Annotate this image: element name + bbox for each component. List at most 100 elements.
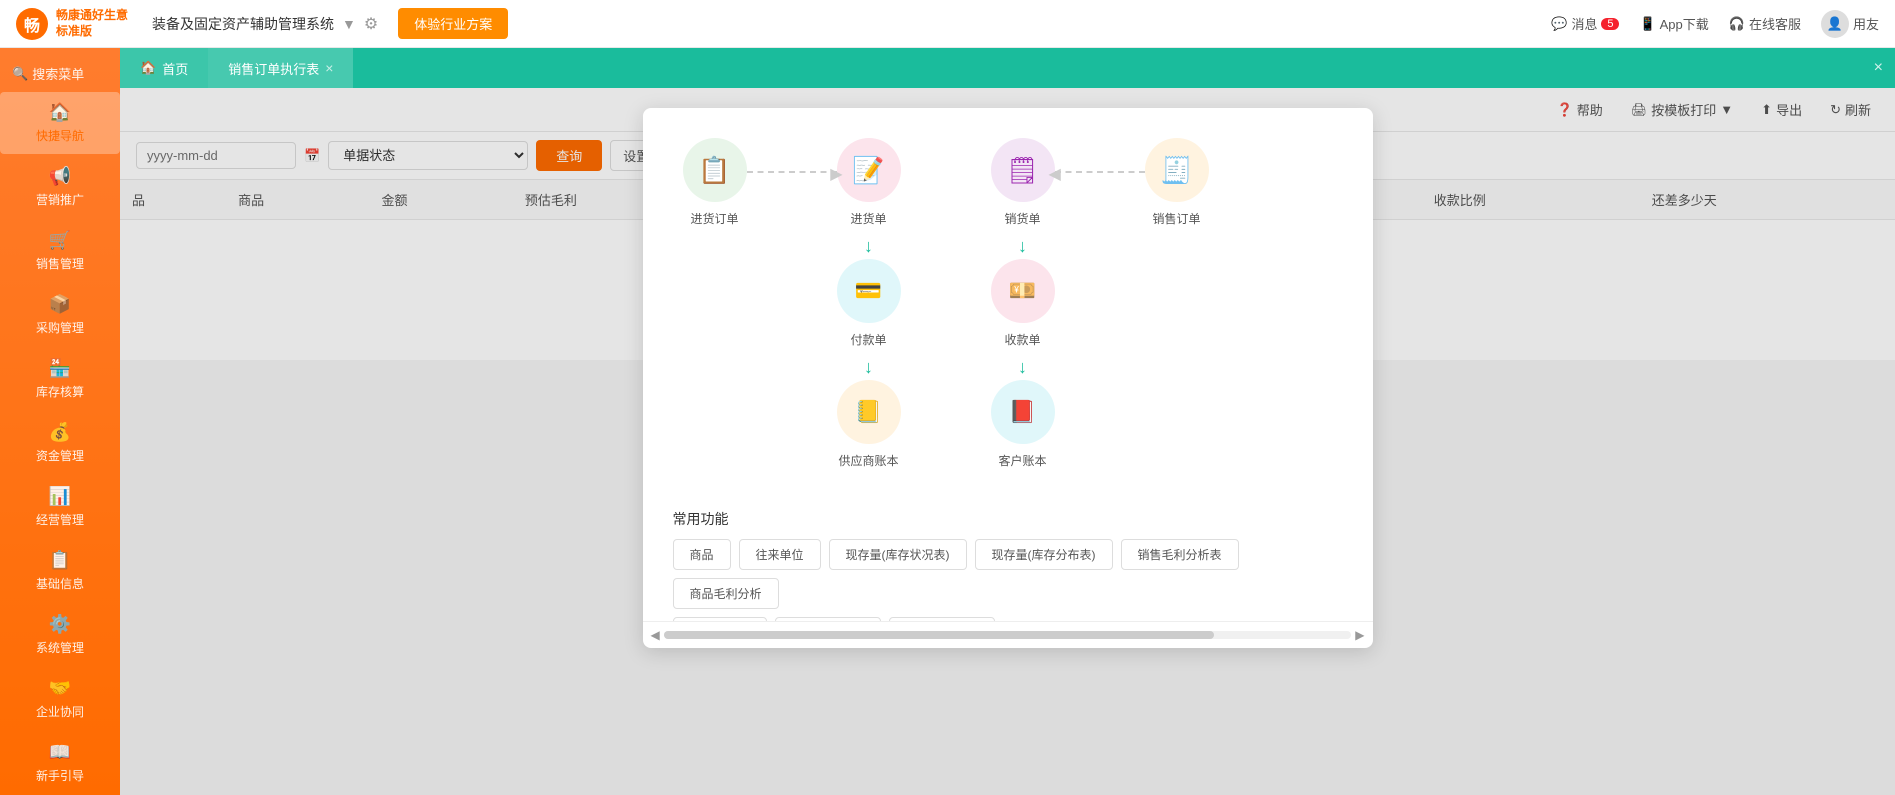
user-name: 用友 bbox=[1853, 14, 1879, 33]
tab-sales-order-exec[interactable]: 销售订单执行表 × bbox=[208, 48, 353, 88]
header-right: 💬 消息 5 📱 App下载 🎧 在线客服 👤 用友 bbox=[1551, 10, 1879, 38]
logo-icon: 畅 bbox=[16, 8, 48, 40]
workflow-row-2: 💳 付款单 💴 收款单 bbox=[683, 259, 1333, 348]
label-supplier-ledger: 供应商账本 bbox=[838, 452, 898, 469]
workflow-area: 📋 进货订单 ▶ 📝 进货单 bbox=[643, 108, 1373, 499]
tab-sales-order-label: 销售订单执行表 bbox=[228, 59, 319, 78]
circle-receipt-bill: 💴 bbox=[991, 259, 1055, 323]
logo-text: 畅康通好生意 标准版 bbox=[56, 8, 128, 39]
sidebar-item-label-system: 系统管理 bbox=[36, 639, 84, 656]
sidebar-item-quick-nav[interactable]: 🏠 快捷导航 bbox=[0, 92, 120, 154]
sidebar-item-label-sales: 销售管理 bbox=[36, 255, 84, 272]
basics-icon: 📋 bbox=[49, 550, 71, 571]
workflow-row-1: 📋 进货订单 ▶ 📝 进货单 bbox=[683, 138, 1333, 227]
sidebar-search-label: 搜索菜单 bbox=[32, 64, 84, 83]
logo-area: 畅 畅康通好生意 标准版 bbox=[16, 8, 136, 40]
sidebar-item-marketing[interactable]: 📢 营销推广 bbox=[0, 156, 120, 218]
sidebar-item-label-quick-nav: 快捷导航 bbox=[36, 127, 84, 144]
sales-icon: 🛒 bbox=[49, 230, 71, 251]
workflow-arrows-row: ↓ ↓ bbox=[683, 237, 1333, 255]
tab-bar: 🏠 首页 销售订单执行表 × × bbox=[120, 48, 1895, 88]
workflow-arrows-row2: ↓ ↓ bbox=[683, 358, 1333, 376]
system-icon: ⚙️ bbox=[49, 614, 71, 635]
func-btn-sales-margin[interactable]: 销售毛利分析表 bbox=[1121, 539, 1239, 570]
circle-sales-bill: 🗒 bbox=[991, 138, 1055, 202]
operations-icon: 📊 bbox=[49, 486, 71, 507]
sidebar-item-label-marketing: 营销推广 bbox=[36, 191, 84, 208]
sidebar-search[interactable]: 🔍 搜索菜单 bbox=[0, 56, 120, 91]
inventory-icon: 🏪 bbox=[49, 358, 71, 379]
gear-icon[interactable]: ⚙ bbox=[364, 14, 378, 34]
func-btn-stock-status[interactable]: 现存量(库存状况表) bbox=[829, 539, 967, 570]
system-title-area: 装备及固定资产辅助管理系统 ▼ ⚙ 体验行业方案 bbox=[152, 8, 1551, 39]
message-action[interactable]: 💬 消息 5 bbox=[1551, 14, 1619, 33]
modal-box: 📋 进货订单 ▶ 📝 进货单 bbox=[643, 108, 1373, 648]
node-sales-order[interactable]: 🧾 销售订单 bbox=[1145, 138, 1209, 227]
tab-close-icon[interactable]: × bbox=[325, 60, 333, 76]
content-area: 🏠 首页 销售订单执行表 × × ❓ 帮助 🖨 按模板打印 bbox=[120, 48, 1895, 795]
circle-payment-bill: 💳 bbox=[837, 259, 901, 323]
newbie-icon: 📖 bbox=[49, 742, 71, 763]
scroll-right-icon[interactable]: ▶ bbox=[1355, 628, 1364, 642]
node-customer-ledger[interactable]: 📕 客户账本 bbox=[991, 380, 1055, 469]
logo-line1: 畅康通好生意 bbox=[56, 8, 128, 24]
experience-button[interactable]: 体验行业方案 bbox=[398, 8, 508, 39]
sidebar-item-purchase[interactable]: 📦 采购管理 bbox=[0, 284, 120, 346]
app-download-action[interactable]: 📱 App下载 bbox=[1639, 14, 1708, 33]
message-label: 消息 bbox=[1571, 14, 1597, 33]
modal-overlay[interactable]: 📋 进货订单 ▶ 📝 进货单 bbox=[120, 88, 1895, 795]
close-all-tabs[interactable]: × bbox=[1862, 59, 1895, 77]
sidebar-item-label-inventory: 库存核算 bbox=[36, 383, 84, 400]
label-payment-bill: 付款单 bbox=[850, 331, 886, 348]
enterprise-icon: 🤝 bbox=[49, 678, 71, 699]
func-btn-stock-dist[interactable]: 现存量(库存分布表) bbox=[975, 539, 1113, 570]
func-btn-product[interactable]: 商品 bbox=[673, 539, 731, 570]
sidebar-item-basics[interactable]: 📋 基础信息 bbox=[0, 540, 120, 602]
page-content: ❓ 帮助 🖨 按模板打印 ▼ ⬆ 导出 ↻ 刷新 bbox=[120, 88, 1895, 795]
tab-home[interactable]: 🏠 首页 bbox=[120, 48, 208, 88]
sidebar-item-enterprise[interactable]: 🤝 企业协同 bbox=[0, 668, 120, 730]
circle-purchase-order: 📋 bbox=[683, 138, 747, 202]
circle-purchase-bill: 📝 bbox=[837, 138, 901, 202]
scrollbar-thumb bbox=[664, 631, 1214, 639]
node-purchase-bill[interactable]: 📝 进货单 bbox=[837, 138, 901, 227]
sidebar-item-label-basics: 基础信息 bbox=[36, 575, 84, 592]
func-buttons-row1: 商品 往来单位 现存量(库存状况表) 现存量(库存分布表) 销售毛利分析表 商品… bbox=[673, 539, 1343, 609]
sidebar-item-newbie[interactable]: 📖 新手引导 bbox=[0, 732, 120, 794]
label-customer-ledger: 客户账本 bbox=[998, 452, 1046, 469]
finance-icon: 💰 bbox=[49, 422, 71, 443]
dropdown-icon[interactable]: ▼ bbox=[342, 16, 356, 32]
sidebar-item-operations[interactable]: 📊 经营管理 bbox=[0, 476, 120, 538]
node-receipt-bill[interactable]: 💴 收款单 bbox=[991, 259, 1055, 348]
sidebar-item-inventory[interactable]: 🏪 库存核算 bbox=[0, 348, 120, 410]
node-purchase-order[interactable]: 📋 进货订单 bbox=[683, 138, 747, 227]
logo-line2: 标准版 bbox=[56, 24, 128, 40]
func-btn-counterpart[interactable]: 往来单位 bbox=[739, 539, 821, 570]
user-avatar: 👤 bbox=[1821, 10, 1849, 38]
user-action[interactable]: 👤 用友 bbox=[1821, 10, 1879, 38]
service-icon: 🎧 bbox=[1729, 16, 1745, 32]
scrollbar-track[interactable] bbox=[664, 631, 1352, 639]
node-supplier-ledger[interactable]: 📒 供应商账本 bbox=[837, 380, 901, 469]
system-title-text: 装备及固定资产辅助管理系统 bbox=[152, 14, 334, 34]
sidebar-item-label-finance: 资金管理 bbox=[36, 447, 84, 464]
quick-nav-icon: 🏠 bbox=[49, 102, 71, 123]
label-purchase-bill: 进货单 bbox=[850, 210, 886, 227]
sidebar-item-finance[interactable]: 💰 资金管理 bbox=[0, 412, 120, 474]
sidebar-item-system[interactable]: ⚙️ 系统管理 bbox=[0, 604, 120, 666]
modal-scroll: 📋 进货订单 ▶ 📝 进货单 bbox=[643, 108, 1373, 621]
node-payment-bill[interactable]: 💳 付款单 bbox=[837, 259, 901, 348]
common-functions: 常用功能 商品 往来单位 现存量(库存状况表) 现存量(库存分布表) 销售毛利分… bbox=[643, 499, 1373, 621]
purchase-icon: 📦 bbox=[49, 294, 71, 315]
home-icon: 🏠 bbox=[140, 60, 156, 76]
message-icon: 💬 bbox=[1551, 16, 1567, 32]
node-sales-bill[interactable]: 🗒 销货单 bbox=[991, 138, 1055, 227]
circle-sales-order: 🧾 bbox=[1145, 138, 1209, 202]
online-service-label: 在线客服 bbox=[1749, 14, 1801, 33]
sidebar-item-sales[interactable]: 🛒 销售管理 bbox=[0, 220, 120, 282]
func-btn-product-margin[interactable]: 商品毛利分析 bbox=[673, 578, 779, 609]
app-download-label: App下载 bbox=[1660, 14, 1709, 33]
online-service-action[interactable]: 🎧 在线客服 bbox=[1729, 14, 1801, 33]
modal-scrollbar: ◀ ▶ bbox=[643, 621, 1373, 648]
scroll-left-icon[interactable]: ◀ bbox=[651, 628, 660, 642]
